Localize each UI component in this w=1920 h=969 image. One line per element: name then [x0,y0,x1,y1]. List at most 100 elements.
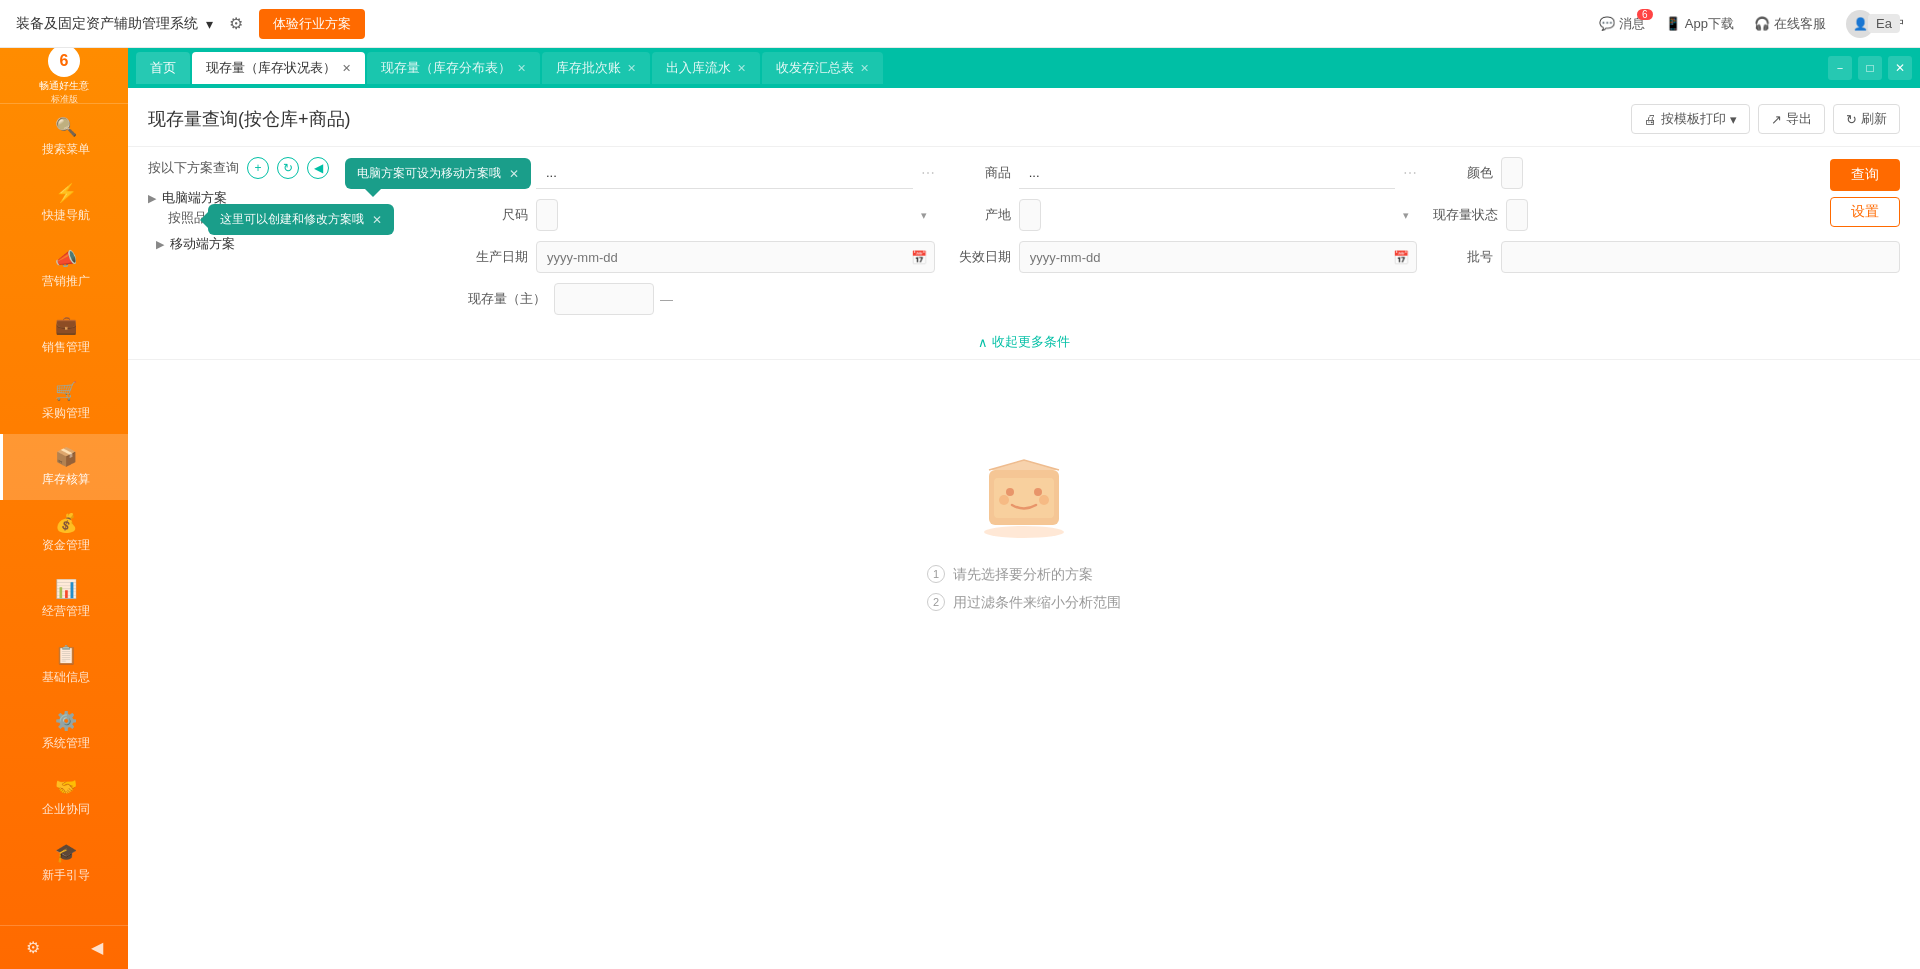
origin-select[interactable] [1019,199,1041,231]
tab-close-icon[interactable]: ✕ [737,62,746,75]
query-button[interactable]: 查询 [1830,159,1900,191]
settings-bottom-icon[interactable]: ⚙ [26,938,40,957]
warehouse-more-icon[interactable]: ⋯ [921,165,935,181]
tab-summary[interactable]: 收发存汇总表 ✕ [762,52,883,84]
batch-input[interactable] [1501,241,1900,273]
tab-home[interactable]: 首页 [136,52,190,84]
sidebar-item-purchase[interactable]: 🛒 采购管理 [0,368,128,434]
collapse-button[interactable]: ∧ 收起更多条件 [128,325,1920,359]
filter-row-3: 生产日期 📅 失效日期 [468,241,1900,273]
batch-label: 批号 [1433,248,1493,266]
tab-close-icon[interactable]: ✕ [517,62,526,75]
svg-point-5 [999,495,1009,505]
color-select[interactable] [1501,157,1523,189]
tab-inout[interactable]: 出入库流水 ✕ [652,52,760,84]
experience-button[interactable]: 体验行业方案 [259,9,365,39]
online-support-item[interactable]: 🎧 在线客服 [1754,15,1826,33]
tooltip-edit-text: 这里可以创建和修改方案哦 [220,211,364,228]
expiry-date-input[interactable] [1019,241,1418,273]
tab-close-icon[interactable]: ✕ [627,62,636,75]
stock-qty-label: 现存量（主） [468,290,546,308]
top-bar-left: 装备及固定资产辅助管理系统 ▾ ⚙ 体验行业方案 [16,9,365,39]
sidebar-item-label: 快捷导航 [42,207,90,224]
mobile-scheme-label[interactable]: 移动端方案 [170,235,235,253]
tip-text-2: 用过滤条件来缩小分析范围 [953,588,1121,616]
filter-origin: 产地 [951,199,1418,231]
sidebar-item-sales[interactable]: 💼 销售管理 [0,302,128,368]
system-selector[interactable]: 装备及固定资产辅助管理系统 ▾ [16,15,213,33]
filter-fields: 仓库 ⋯ 商品 ⋯ 颜色 [448,157,1900,325]
system-dropdown-icon[interactable]: ▾ [206,16,213,32]
stock-status-select[interactable] [1506,199,1528,231]
tab-stock-status[interactable]: 现存量（库存状况表） ✕ [192,52,365,84]
cart-icon: 🛒 [55,380,77,402]
app-download-label: App下载 [1685,15,1734,33]
sidebar-item-search[interactable]: 🔍 搜索菜单 [0,104,128,170]
settings-icon[interactable]: ⚙ [229,14,243,33]
sidebar-item-operations[interactable]: 📊 经营管理 [0,566,128,632]
megaphone-icon: 📣 [55,248,77,270]
reset-button[interactable]: 设置 [1830,197,1900,227]
expiry-date-calendar-icon[interactable]: 📅 [1393,250,1409,265]
svg-point-6 [1039,495,1049,505]
tab-bar: 首页 现存量（库存状况表） ✕ 现存量（库存分布表） ✕ 库存批次账 ✕ 出入库… [128,48,1920,88]
tab-minimize-btn[interactable]: － [1828,56,1852,80]
empty-tip-2: 2 用过滤条件来缩小分析范围 [927,588,1121,616]
template-print-button[interactable]: 🖨 按模板打印 ▾ [1631,104,1750,134]
refresh-scheme-btn[interactable]: ↻ [277,157,299,179]
tab-close-icon[interactable]: ✕ [860,62,869,75]
prod-date-input[interactable] [536,241,935,273]
sidebar-item-system[interactable]: ⚙️ 系统管理 [0,698,128,764]
chart-icon: 📊 [55,578,77,600]
export-icon: ↗ [1771,112,1782,127]
warehouse-input[interactable] [536,157,913,189]
sidebar-item-marketing[interactable]: 📣 营销推广 [0,236,128,302]
filter-label-row: 按以下方案查询 + ↻ ◀ 电脑方案可设为移动方案哦 [148,157,448,179]
prod-date-calendar-icon[interactable]: 📅 [911,250,927,265]
tab-label: 收发存汇总表 [776,59,854,77]
tab-label: 现存量（库存状况表） [206,59,336,77]
logo-text: 畅通好生意 [39,79,89,93]
tab-close-all-btn[interactable]: ✕ [1888,56,1912,80]
sidebar-item-basics[interactable]: 📋 基础信息 [0,632,128,698]
collapse-sidebar-icon[interactable]: ◀ [91,938,103,957]
goods-input[interactable] [1019,157,1396,189]
sidebar-item-label: 经营管理 [42,603,90,620]
sidebar-menu: 🔍 搜索菜单 ⚡ 快捷导航 📣 营销推广 💼 销售管理 🛒 采购管理 [0,104,128,925]
empty-tips: 1 请先选择要分析的方案 2 用过滤条件来缩小分析范围 [927,560,1121,616]
tab-stock-dist[interactable]: 现存量（库存分布表） ✕ [367,52,540,84]
goods-more-icon[interactable]: ⋯ [1403,165,1417,181]
sidebar-item-inventory[interactable]: 📦 库存核算 [0,434,128,500]
tab-close-icon[interactable]: ✕ [342,62,351,75]
tooltip-scheme-close[interactable]: ✕ [509,167,519,181]
sidebar-item-label: 库存核算 [42,471,90,488]
search-icon: 🔍 [55,116,77,138]
sidebar-item-enterprise[interactable]: 🤝 企业协同 [0,764,128,830]
export-button[interactable]: ↗ 导出 [1758,104,1825,134]
filter-batch: 批号 [1433,241,1900,273]
filter-header-row: 按以下方案查询 + ↻ ◀ 电脑方案可设为移动方案哦 [128,147,1920,325]
tooltip-edit-close[interactable]: ✕ [372,213,382,227]
ea-badge: Ea [1868,14,1900,33]
notification-item[interactable]: 💬 消息 6 [1599,15,1645,33]
tab-label: 库存批次账 [556,59,621,77]
tab-maximize-btn[interactable]: □ [1858,56,1882,80]
online-support-label: 在线客服 [1774,15,1826,33]
app-download-item[interactable]: 📱 App下载 [1665,15,1734,33]
sidebar-item-quick-nav[interactable]: ⚡ 快捷导航 [0,170,128,236]
inventory-icon: 📦 [55,446,77,468]
stock-qty-min-input[interactable] [554,283,654,315]
add-scheme-btn[interactable]: + [247,157,269,179]
refresh-button[interactable]: ↻ 刷新 [1833,104,1900,134]
size-select[interactable] [536,199,558,231]
system-name: 装备及固定资产辅助管理系统 [16,15,198,33]
headset-icon: 🎧 [1754,16,1770,31]
prev-scheme-btn[interactable]: ◀ [307,157,329,179]
filter-size: 尺码 [468,199,935,231]
sidebar-item-guide[interactable]: 🎓 新手引导 [0,830,128,896]
origin-label: 产地 [951,206,1011,224]
print-icon: 🖨 [1644,112,1657,127]
goods-label: 商品 [951,164,1011,182]
tab-batch[interactable]: 库存批次账 ✕ [542,52,650,84]
sidebar-item-finance[interactable]: 💰 资金管理 [0,500,128,566]
